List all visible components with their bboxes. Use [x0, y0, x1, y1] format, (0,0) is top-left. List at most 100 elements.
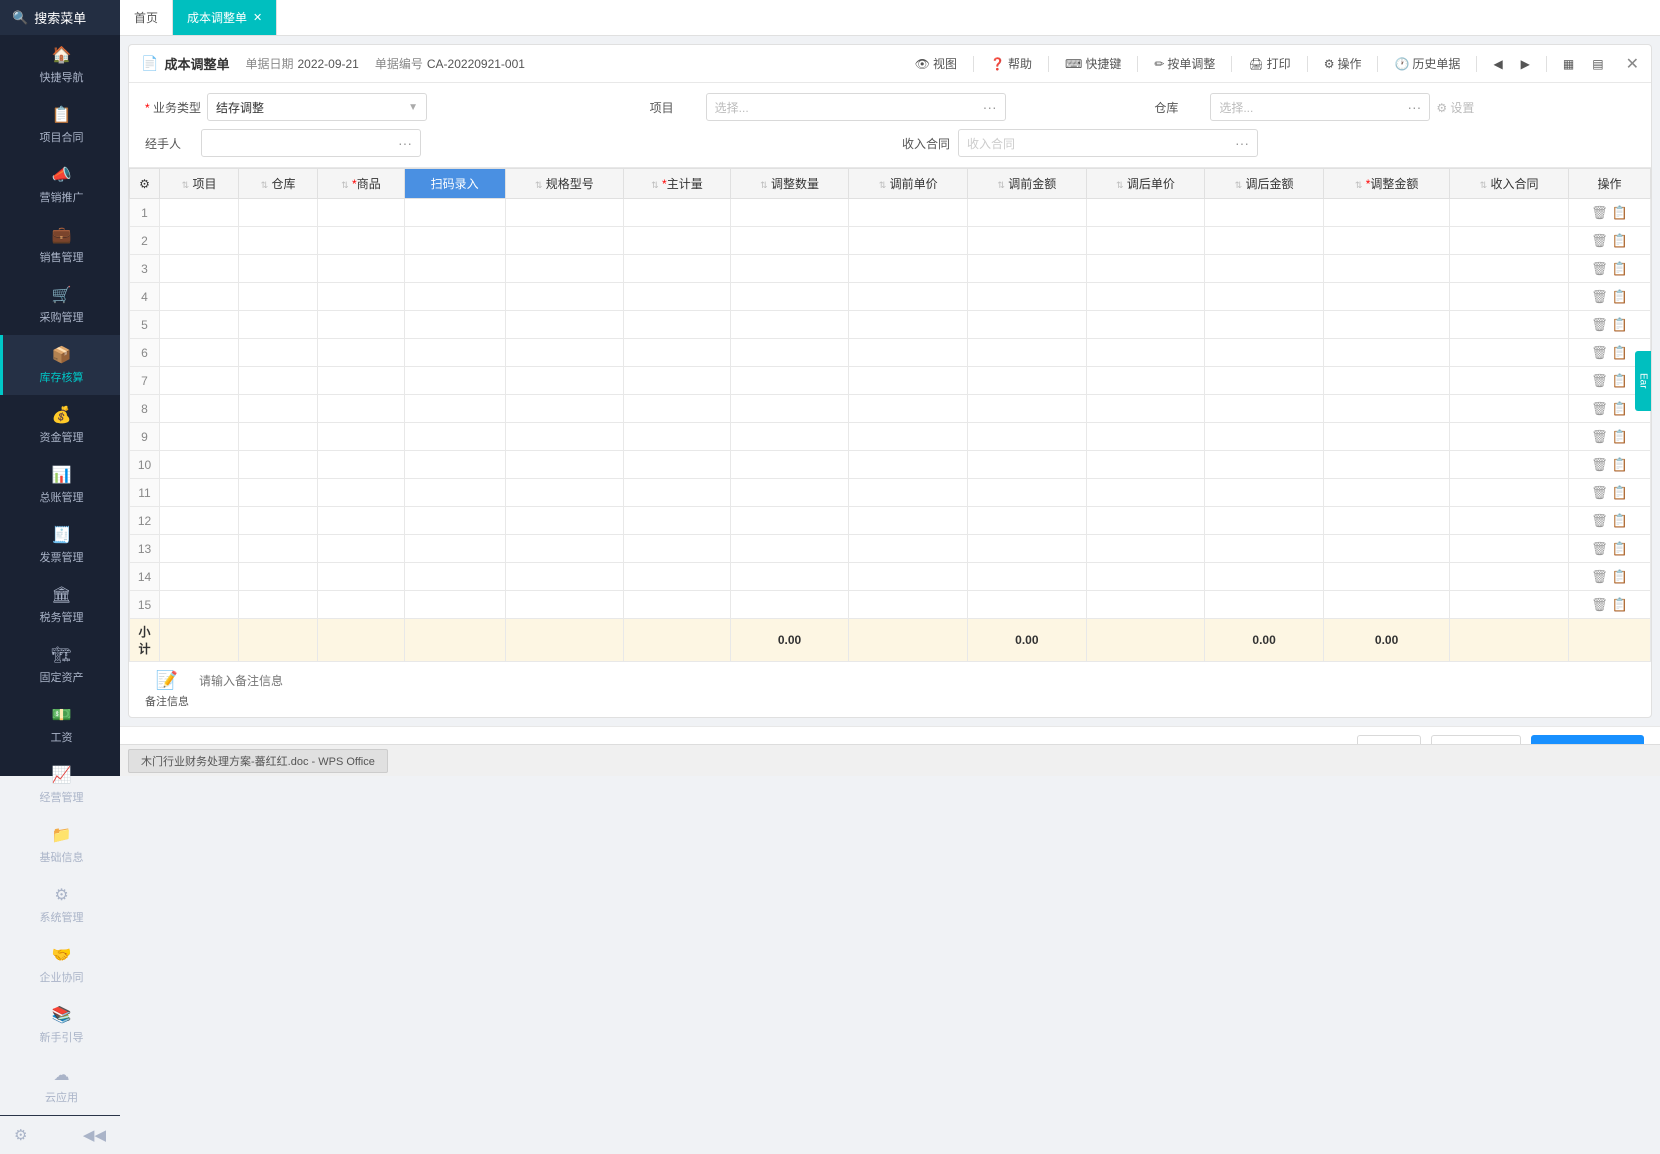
row-spec[interactable]: [505, 367, 624, 395]
row-project[interactable]: [160, 423, 239, 451]
row-product[interactable]: [318, 367, 405, 395]
row-delete-icon[interactable]: 🗑: [1591, 429, 1608, 445]
settings-icon[interactable]: ⚙: [14, 1126, 27, 1144]
row-scan[interactable]: [404, 535, 505, 563]
row-adj-amount[interactable]: [1323, 507, 1449, 535]
row-before-amount[interactable]: [968, 339, 1087, 367]
sidebar-item-marketing[interactable]: 📣营销推广: [0, 155, 120, 215]
row-before-price[interactable]: [849, 535, 968, 563]
row-delete-icon[interactable]: 🗑: [1591, 205, 1608, 221]
row-scan[interactable]: [404, 367, 505, 395]
row-after-amount[interactable]: [1205, 479, 1324, 507]
row-after-price[interactable]: [1086, 535, 1205, 563]
row-project[interactable]: [160, 367, 239, 395]
action-prev[interactable]: ◀: [1489, 55, 1506, 73]
row-adj-amount[interactable]: [1323, 339, 1449, 367]
row-after-price[interactable]: [1086, 339, 1205, 367]
warehouse-settings-icon[interactable]: ⚙ 设置: [1436, 99, 1474, 116]
agent-input[interactable]: ···: [201, 129, 421, 157]
row-warehouse[interactable]: [239, 507, 318, 535]
sidebar-item-cloud[interactable]: ☁云应用: [0, 1055, 120, 1115]
row-income-contract[interactable]: [1450, 395, 1569, 423]
row-scan[interactable]: [404, 423, 505, 451]
row-delete-icon[interactable]: 🗑: [1591, 289, 1608, 305]
row-before-amount[interactable]: [968, 395, 1087, 423]
row-adj-amount[interactable]: [1323, 451, 1449, 479]
row-adj-amount[interactable]: [1323, 367, 1449, 395]
sidebar-item-invoice[interactable]: 🧾发票管理: [0, 515, 120, 575]
row-scan[interactable]: [404, 591, 505, 619]
row-warehouse[interactable]: [239, 535, 318, 563]
sidebar-item-assets[interactable]: 🏗固定资产: [0, 635, 120, 695]
row-before-amount[interactable]: [968, 535, 1087, 563]
row-delete-icon[interactable]: 🗑: [1591, 457, 1608, 473]
row-after-amount[interactable]: [1205, 311, 1324, 339]
row-adj-qty[interactable]: [730, 563, 849, 591]
row-after-price[interactable]: [1086, 591, 1205, 619]
row-after-price[interactable]: [1086, 479, 1205, 507]
row-before-price[interactable]: [849, 395, 968, 423]
row-copy-icon[interactable]: 📋: [1612, 205, 1628, 221]
row-after-price[interactable]: [1086, 563, 1205, 591]
row-income-contract[interactable]: [1450, 283, 1569, 311]
row-after-amount[interactable]: [1205, 283, 1324, 311]
income-contract-input[interactable]: 收入合同 ···: [958, 129, 1258, 157]
row-scan[interactable]: [404, 479, 505, 507]
row-unit[interactable]: [624, 255, 731, 283]
row-warehouse[interactable]: [239, 199, 318, 227]
row-scan[interactable]: [404, 255, 505, 283]
sidebar-item-finance[interactable]: 💰资金管理: [0, 395, 120, 455]
row-spec[interactable]: [505, 535, 624, 563]
row-income-contract[interactable]: [1450, 199, 1569, 227]
row-copy-icon[interactable]: 📋: [1612, 485, 1628, 501]
action-print[interactable]: 🖨 打印: [1244, 53, 1294, 74]
action-help[interactable]: ❓ 帮助: [986, 53, 1036, 74]
row-after-amount[interactable]: [1205, 227, 1324, 255]
taskbar-item[interactable]: 木门行业财务处理方案-蕃红红.doc - WPS Office: [128, 749, 388, 773]
row-project[interactable]: [160, 479, 239, 507]
row-spec[interactable]: [505, 591, 624, 619]
row-after-price[interactable]: [1086, 507, 1205, 535]
row-warehouse[interactable]: [239, 563, 318, 591]
row-spec[interactable]: [505, 423, 624, 451]
row-project[interactable]: [160, 563, 239, 591]
row-income-contract[interactable]: [1450, 451, 1569, 479]
row-copy-icon[interactable]: 📋: [1612, 569, 1628, 585]
row-scan[interactable]: [404, 563, 505, 591]
row-unit[interactable]: [624, 423, 731, 451]
row-income-contract[interactable]: [1450, 507, 1569, 535]
row-project[interactable]: [160, 339, 239, 367]
sidebar-item-project-contract[interactable]: 📋项目合同: [0, 95, 120, 155]
right-collapse-tab[interactable]: Ear: [1635, 351, 1651, 411]
row-product[interactable]: [318, 479, 405, 507]
row-adj-qty[interactable]: [730, 591, 849, 619]
row-income-contract[interactable]: [1450, 339, 1569, 367]
row-unit[interactable]: [624, 479, 731, 507]
row-copy-icon[interactable]: 📋: [1612, 289, 1628, 305]
row-unit[interactable]: [624, 451, 731, 479]
row-income-contract[interactable]: [1450, 311, 1569, 339]
row-spec[interactable]: [505, 507, 624, 535]
row-adj-qty[interactable]: [730, 507, 849, 535]
panel-close-button[interactable]: ✕: [1626, 54, 1639, 74]
row-warehouse[interactable]: [239, 367, 318, 395]
row-scan[interactable]: [404, 339, 505, 367]
row-unit[interactable]: [624, 367, 731, 395]
sidebar-item-purchase[interactable]: 🛒采购管理: [0, 275, 120, 335]
sidebar-item-inventory[interactable]: 📦库存核算: [0, 335, 120, 395]
row-income-contract[interactable]: [1450, 423, 1569, 451]
row-adj-qty[interactable]: [730, 311, 849, 339]
row-adj-amount[interactable]: [1323, 395, 1449, 423]
row-spec[interactable]: [505, 479, 624, 507]
collapse-icon[interactable]: ◀◀: [83, 1126, 106, 1144]
row-before-amount[interactable]: [968, 283, 1087, 311]
row-after-price[interactable]: [1086, 423, 1205, 451]
row-unit[interactable]: [624, 339, 731, 367]
row-spec[interactable]: [505, 283, 624, 311]
action-shortcut[interactable]: ⌨ 快捷键: [1061, 53, 1125, 74]
row-project[interactable]: [160, 283, 239, 311]
row-adj-amount[interactable]: [1323, 479, 1449, 507]
row-adj-amount[interactable]: [1323, 563, 1449, 591]
project-input[interactable]: 选择... ···: [706, 93, 1006, 121]
row-before-amount[interactable]: [968, 423, 1087, 451]
